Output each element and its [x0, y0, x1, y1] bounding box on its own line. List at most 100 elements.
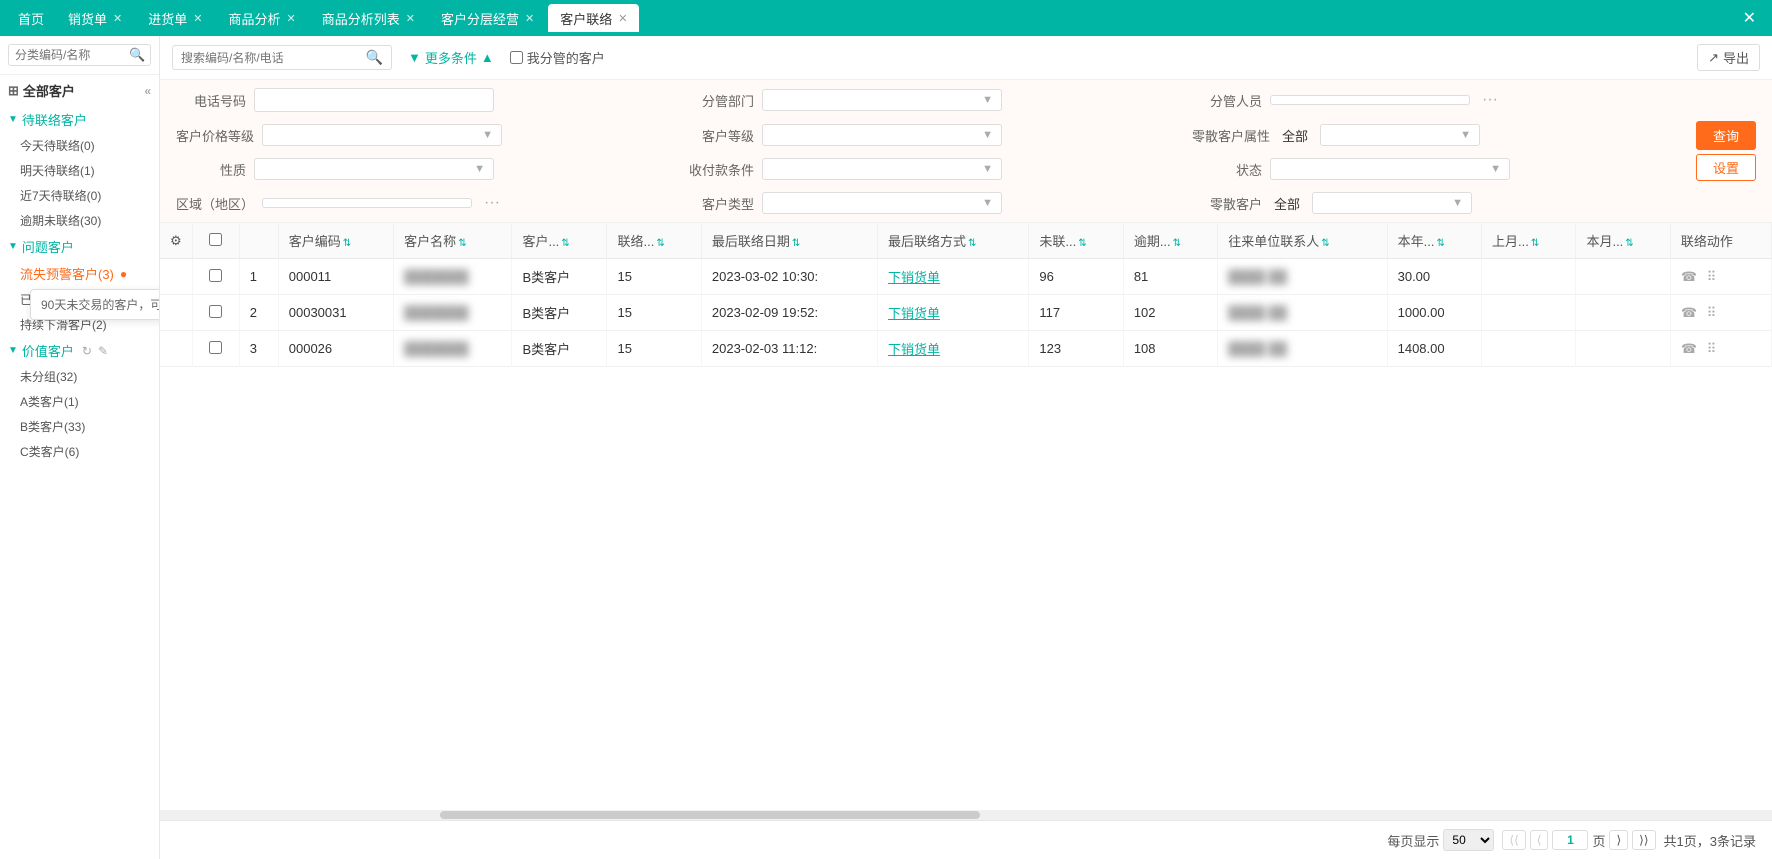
sidebar-item-week-contact[interactable]: 近7天待联络(0)	[0, 183, 159, 208]
filter-field-person: 分管人员 ···	[1192, 91, 1684, 110]
tab-product-analysis-list[interactable]: 商品分析列表 ✕	[310, 4, 427, 32]
action-more-icon[interactable]: ⠿	[1707, 341, 1717, 356]
filter-icon: ▼	[408, 50, 421, 65]
filter-select-nature[interactable]: ▼	[254, 158, 494, 180]
filter-select-status[interactable]: ▼	[1270, 158, 1510, 180]
query-btn[interactable]: 查询	[1696, 121, 1756, 150]
prev-page-btn[interactable]: ⟨	[1530, 830, 1549, 850]
col-name[interactable]: 客户名称⇅	[394, 223, 512, 259]
close-purchase-order-icon[interactable]: ✕	[193, 12, 202, 25]
filter-select-retail-attr[interactable]: ▼	[1320, 124, 1480, 146]
sidebar-all-customers[interactable]: ⊞ 全部客户 «	[0, 75, 159, 106]
col-code[interactable]: 客户编码⇅	[278, 223, 393, 259]
filter-select-dept[interactable]: ▼	[762, 89, 1002, 111]
col-contact[interactable]: 联络...⇅	[607, 223, 701, 259]
more-conditions-btn[interactable]: ▼ 更多条件 ▲	[400, 44, 502, 71]
contact-method-link[interactable]: 下销货单	[888, 306, 940, 321]
filter-field-phone: 电话号码	[176, 88, 668, 112]
col-uncontacted[interactable]: 未联...⇅	[1029, 223, 1123, 259]
filter-select-customer-tier[interactable]: ▼	[762, 124, 1002, 146]
sidebar-collapse-btn[interactable]: «	[144, 84, 151, 98]
my-customers-checkbox[interactable]	[510, 51, 523, 64]
more-dots-icon2[interactable]: ···	[484, 194, 500, 212]
sort-contact-icon: ⇅	[656, 238, 664, 249]
contact-method-link[interactable]: 下销货单	[888, 270, 940, 285]
action-phone-icon[interactable]: ☎	[1681, 341, 1697, 356]
row-year-cell: 1000.00	[1387, 295, 1481, 331]
row-uncontacted-cell: 123	[1029, 331, 1123, 367]
col-settings[interactable]: ⚙	[160, 223, 192, 259]
settings-btn[interactable]: 设置	[1696, 154, 1756, 181]
sidebar-item-ungrouped[interactable]: 未分组(32)	[0, 364, 159, 389]
scrollbar-thumb[interactable]	[440, 811, 980, 819]
tab-customer-tier[interactable]: 客户分层经营 ✕	[429, 4, 546, 32]
arrow-down-icon2: ▼	[8, 241, 18, 252]
action-more-icon[interactable]: ⠿	[1707, 269, 1717, 284]
col-overdue[interactable]: 逾期...⇅	[1123, 223, 1217, 259]
sidebar-item-class-c[interactable]: C类客户(6)	[0, 439, 159, 464]
tab-product-analysis[interactable]: 商品分析 ✕	[216, 4, 307, 32]
action-more-icon[interactable]: ⠿	[1707, 305, 1717, 320]
first-page-btn[interactable]: ⟨⟨	[1502, 830, 1525, 850]
row-checkbox-2[interactable]	[209, 341, 222, 354]
filter-select-payment[interactable]: ▼	[762, 158, 1002, 180]
sidebar-item-overdue-contact[interactable]: 逾期未联络(30)	[0, 208, 159, 233]
action-phone-icon[interactable]: ☎	[1681, 269, 1697, 284]
row-checkbox-0[interactable]	[209, 269, 222, 282]
tab-customer-contact[interactable]: 客户联络 ✕	[548, 4, 639, 32]
col-customer-type[interactable]: 客户...⇅	[512, 223, 607, 259]
customer-name-blurred: ███████	[404, 341, 468, 356]
contact-method-link[interactable]: 下销货单	[888, 342, 940, 357]
sidebar-item-today-contact[interactable]: 今天待联络(0)	[0, 133, 159, 158]
col-last-contact-date[interactable]: 最后联络日期⇅	[701, 223, 877, 259]
close-sales-order-icon[interactable]: ✕	[113, 12, 122, 25]
edit-icon[interactable]: ✎	[98, 344, 108, 358]
sidebar-item-churn-warning[interactable]: 流失预警客户(3) ●	[0, 260, 159, 287]
chevron-down-icon9: ▼	[1452, 197, 1463, 209]
filter-select-retail-customer[interactable]: ▼	[1312, 192, 1472, 214]
last-page-btn[interactable]: ⟩⟩	[1632, 830, 1655, 850]
horizontal-scrollbar[interactable]	[160, 810, 1772, 820]
filter-select-price-tier[interactable]: ▼	[262, 124, 502, 146]
page-size-selector: 每页显示 50 20 100	[1387, 829, 1494, 851]
row-checkbox-1[interactable]	[209, 305, 222, 318]
tab-purchase-order[interactable]: 进货单 ✕	[136, 4, 214, 32]
col-this-year[interactable]: 本年...⇅	[1387, 223, 1481, 259]
sidebar-item-class-b[interactable]: B类客户(33)	[0, 414, 159, 439]
export-btn[interactable]: ↗ 导出	[1697, 44, 1760, 71]
col-unit-contact[interactable]: 往来单位联系人⇅	[1218, 223, 1387, 259]
col-this-month[interactable]: 本月...⇅	[1576, 223, 1670, 259]
action-phone-icon[interactable]: ☎	[1681, 305, 1697, 320]
search-input[interactable]	[181, 51, 362, 65]
page-number-input[interactable]	[1552, 830, 1588, 850]
select-all-checkbox[interactable]	[209, 233, 222, 246]
sidebar-group-pending-contact[interactable]: ▼ 待联络客户	[0, 106, 159, 133]
sidebar-item-tomorrow-contact[interactable]: 明天待联络(1)	[0, 158, 159, 183]
filter-select-region[interactable]	[262, 198, 472, 208]
close-all-icon[interactable]: ✕	[1735, 8, 1764, 28]
filter-input-phone[interactable]	[254, 88, 494, 112]
col-last-month[interactable]: 上月...⇅	[1482, 223, 1576, 259]
filter-select-customer-type[interactable]: ▼	[762, 192, 1002, 214]
page-size-select[interactable]: 50 20 100	[1443, 829, 1494, 851]
sidebar-group-value-customers[interactable]: ▼ 价值客户 ↻ ✎	[0, 337, 159, 364]
tab-sales-order[interactable]: 销货单 ✕	[56, 4, 134, 32]
close-product-list-icon[interactable]: ✕	[406, 12, 415, 25]
next-page-btn[interactable]: ⟩	[1609, 830, 1628, 850]
chevron-down-icon: ▼	[982, 94, 993, 106]
content-area: 🔍 ▼ 更多条件 ▲ 我分管的客户 ↗ 导出	[160, 36, 1772, 859]
close-product-analysis-icon[interactable]: ✕	[287, 12, 296, 25]
col-last-contact-method[interactable]: 最后联络方式⇅	[878, 223, 1029, 259]
filter-select-person[interactable]	[1270, 95, 1470, 105]
close-customer-contact-icon[interactable]: ✕	[618, 12, 627, 25]
home-tab[interactable]: 首页	[8, 9, 54, 28]
sidebar-group-problem-customers[interactable]: ▼ 问题客户	[0, 233, 159, 260]
search-icon-btn[interactable]: 🔍	[366, 49, 383, 66]
more-dots-icon[interactable]: ···	[1482, 91, 1498, 109]
sidebar-item-class-a[interactable]: A类客户(1)	[0, 389, 159, 414]
row-name-cell: ███████	[394, 295, 512, 331]
row-uncontacted-cell: 117	[1029, 295, 1123, 331]
close-customer-tier-icon[interactable]: ✕	[525, 12, 534, 25]
refresh-icon[interactable]: ↻	[82, 344, 92, 358]
my-customers-checkbox-label[interactable]: 我分管的客户	[510, 48, 605, 67]
